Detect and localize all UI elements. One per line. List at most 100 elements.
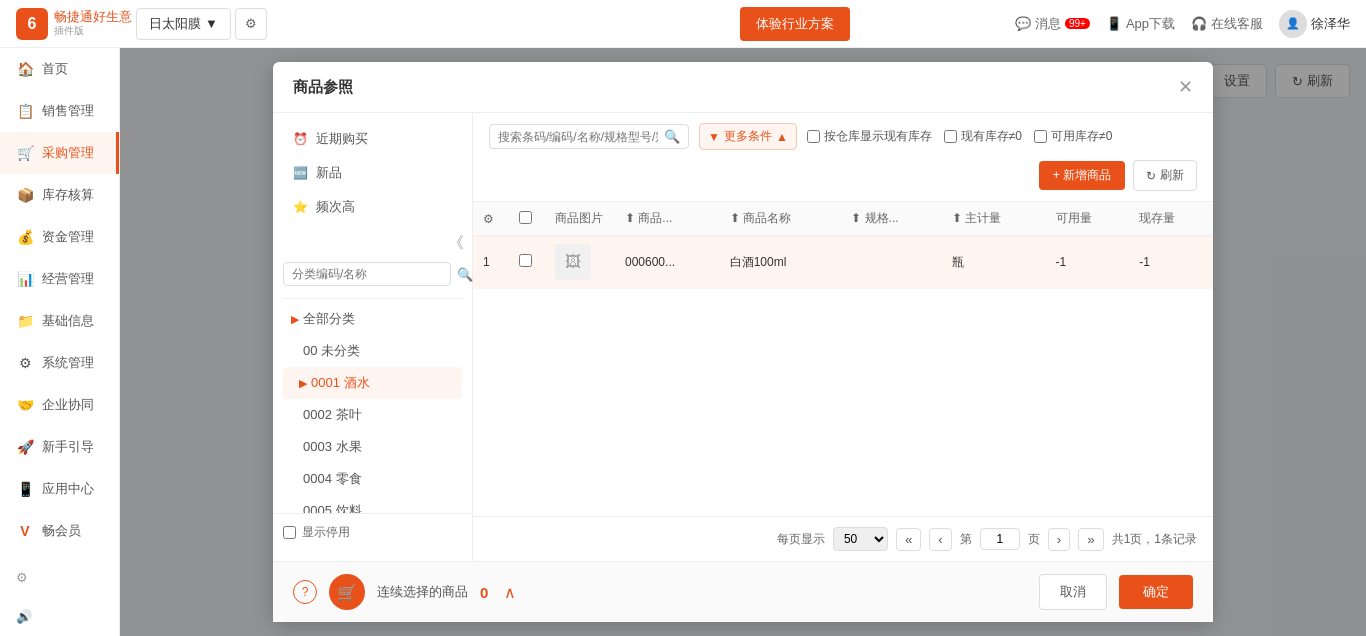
th-name[interactable]: ⬆ 商品名称 [720,202,842,236]
modal-title: 商品参照 [293,78,353,97]
member-icon: V [16,522,34,540]
logo-icon: 6 [16,8,48,40]
th-unit[interactable]: ⬆ 主计量 [942,202,1046,236]
filter-checkboxes: 按仓库显示现有库存 现有库存≠0 可用库存≠0 [807,128,1113,145]
modal-footer: ? 🛒 连续选择的商品 0 ∧ 取消 确定 [273,561,1213,622]
logo-text: 畅捷通好生意 [54,9,132,25]
sidebar-item-inventory[interactable]: 📦 库存核算 [0,174,119,216]
row-num: 1 [473,236,509,289]
business-icon: 📊 [16,270,34,288]
confirm-btn[interactable]: 确定 [1119,575,1193,609]
sidebar-item-business[interactable]: 📊 经营管理 [0,258,119,300]
add-product-btn[interactable]: + 新增商品 [1039,161,1125,190]
sidebar-item-apps[interactable]: 📱 应用中心 [0,468,119,510]
guide-icon: 🚀 [16,438,34,456]
sidebar-item-collab[interactable]: 🤝 企业协同 [0,384,119,426]
cb-nonzero-available[interactable]: 可用库存≠0 [1034,128,1112,145]
first-page-btn[interactable]: « [896,528,921,551]
sidebar-item-base[interactable]: 📁 基础信息 [0,300,119,342]
sidebar-item-guide[interactable]: 🚀 新手引导 [0,426,119,468]
cb-warehouse-stock[interactable]: 按仓库显示现有库存 [807,128,932,145]
sidebar-item-purchase[interactable]: 🛒 采购管理 [0,132,119,174]
cb-nonzero-stock[interactable]: 现有库存≠0 [944,128,1022,145]
base-icon: 📁 [16,312,34,330]
cat-0003[interactable]: 0003 水果 [283,431,462,463]
sidebar-item-member[interactable]: V 畅会员 [0,510,119,552]
cart-icon: 🛒 [329,574,365,610]
sidebar-volume-btn[interactable]: 🔊 [0,597,119,636]
next-page-btn[interactable]: › [1048,528,1070,551]
table-row[interactable]: 1 🖼 [473,236,1213,289]
cat-0004[interactable]: 0004 零食 [283,463,462,495]
sidebar-item-finance[interactable]: 💰 资金管理 [0,216,119,258]
cat-0001[interactable]: ▶ 0001 酒水 [283,367,462,399]
cat-all[interactable]: ▶ 全部分类 [283,303,462,335]
tab-high-freq[interactable]: ⭐ 频次高 [283,191,462,223]
row-image: 🖼 [545,236,615,289]
select-all-checkbox[interactable] [519,211,532,224]
collapse-panel-btn[interactable]: 《 [448,233,464,254]
th-spec[interactable]: ⬆ 规格... [841,202,942,236]
row-name: 白酒100ml [720,236,842,289]
sidebar-item-sales[interactable]: 📋 销售管理 [0,90,119,132]
page-input[interactable] [980,528,1020,550]
cat-0005[interactable]: 0005 饮料 [283,495,462,513]
sidebar: 🏠 首页 📋 销售管理 🛒 采购管理 📦 库存核算 💰 资金管理 📊 经营管理 … [0,48,120,636]
volume-icon: 🔊 [16,609,32,624]
row-checkbox[interactable] [509,236,545,289]
product-search-icon[interactable]: 🔍 [664,129,680,144]
settings-icon-btn[interactable]: ⚙ [235,8,267,40]
quick-tabs: ⏰ 近期购买 🆕 新品 ⭐ 频次高 [273,123,472,223]
finance-icon: 💰 [16,228,34,246]
show-disabled-checkbox[interactable]: 显示停用 [283,524,462,541]
cat-0002[interactable]: 0002 茶叶 [283,399,462,431]
app-logo: 6 畅捷通好生意 插件版 [16,8,136,40]
row-stock: -1 [1129,236,1213,289]
th-available: 可用量 [1046,202,1130,236]
settings-icon: ⚙ [483,212,494,226]
modal-close-btn[interactable]: ✕ [1178,76,1193,98]
per-page-select[interactable]: 50 10 20 100 [833,527,888,551]
main-layout: 🏠 首页 📋 销售管理 🛒 采购管理 📦 库存核算 💰 资金管理 📊 经营管理 … [0,48,1366,636]
messages-badge: 99+ [1065,18,1090,29]
modal-header: 商品参照 ✕ [273,62,1213,113]
cat-00[interactable]: 00 未分类 [283,335,462,367]
nav-dropdown[interactable]: 日太阳膜 ▼ [136,8,231,40]
last-page-btn[interactable]: » [1078,528,1103,551]
category-list: ▶ 全部分类 00 未分类 ▶ 0001 酒水 0002 茶 [273,303,472,513]
product-table: ⚙ 商品图片 [473,202,1213,289]
th-code[interactable]: ⬆ 商品... [615,202,720,236]
new-icon: 🆕 [293,166,308,180]
sales-icon: 📋 [16,102,34,120]
user-avatar[interactable]: 👤 徐泽华 [1279,10,1350,38]
more-filter-btn[interactable]: ▼ 更多条件 ▲ [699,123,797,150]
sidebar-gear-btn[interactable]: ⚙ [0,558,119,597]
system-icon: ⚙ [16,354,34,372]
modal-left-footer: 显示停用 [273,513,472,551]
sidebar-item-home[interactable]: 🏠 首页 [0,48,119,90]
prev-page-btn[interactable]: ‹ [929,528,951,551]
pagination: 每页显示 50 10 20 100 « ‹ 第 页 [473,516,1213,561]
footer-collapse-btn[interactable]: ∧ [504,583,516,602]
sidebar-item-system[interactable]: ⚙ 系统管理 [0,342,119,384]
category-search-input[interactable] [283,262,451,286]
online-service-btn[interactable]: 🎧 在线客服 [1191,15,1263,33]
tab-recent-purchase[interactable]: ⏰ 近期购买 [283,123,462,155]
modal-right-panel: 🔍 ▼ 更多条件 ▲ 按仓库显示现有库存 [473,113,1213,561]
inventory-icon: 📦 [16,186,34,204]
tab-new-items[interactable]: 🆕 新品 [283,157,462,189]
experience-btn[interactable]: 体验行业方案 [740,7,850,41]
app-download-btn[interactable]: 📱 App下载 [1106,15,1175,33]
help-btn[interactable]: ? [293,580,317,604]
refresh-icon2: ↻ [1146,169,1156,183]
app-header: 6 畅捷通好生意 插件版 日太阳膜 ▼ ⚙ 体验行业方案 💬 消息 99+ 📱 … [0,0,1366,48]
messages-btn[interactable]: 💬 消息 99+ [1015,15,1090,33]
product-search-input[interactable] [498,130,658,144]
refresh-product-btn[interactable]: ↻ 刷新 [1133,160,1197,191]
main-content: 查询 设置 ↻ 刷新 商品参照 ✕ [120,48,1366,636]
category-search-icon[interactable]: 🔍 [457,267,473,282]
th-image: 商品图片 [545,202,615,236]
show-disabled-input[interactable] [283,526,296,539]
category-search: 🔍 [273,262,472,286]
cancel-btn[interactable]: 取消 [1039,574,1107,610]
